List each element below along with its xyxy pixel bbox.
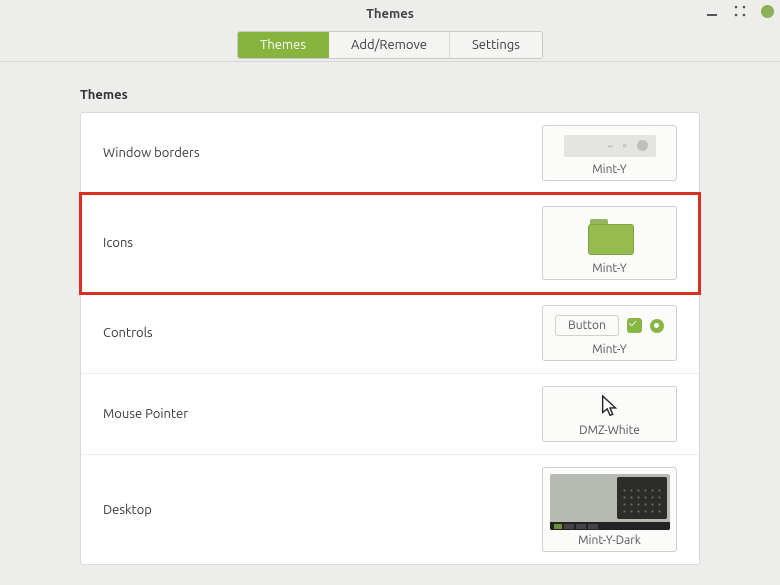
row-window-borders: Window borders − ▫ Mint-Y xyxy=(81,113,699,194)
cursor-icon xyxy=(599,394,621,420)
value-controls: Mint-Y xyxy=(592,343,627,356)
label-icons: Icons xyxy=(103,236,133,250)
row-desktop: Desktop Mint-Y-Dark xyxy=(81,455,699,564)
selector-desktop[interactable]: Mint-Y-Dark xyxy=(542,467,677,552)
folder-icon xyxy=(588,219,632,253)
preview-desktop xyxy=(549,474,670,530)
selector-controls[interactable]: Button Mint-Y xyxy=(542,305,677,361)
controls-preview: Button xyxy=(555,315,664,336)
value-icons: Mint-Y xyxy=(592,262,627,275)
tabs: Themes Add/Remove Settings xyxy=(237,31,543,59)
window-border-preview: − ▫ xyxy=(564,135,656,157)
selector-window-borders[interactable]: − ▫ Mint-Y xyxy=(542,125,677,181)
preview-icons xyxy=(549,213,670,258)
tab-settings[interactable]: Settings xyxy=(450,32,542,58)
section-heading: Themes xyxy=(80,88,700,102)
wb-min-icon: − xyxy=(607,141,613,151)
themes-panel: Window borders − ▫ Mint-Y Icons Min xyxy=(80,112,700,565)
sample-button: Button xyxy=(555,315,619,336)
label-desktop: Desktop xyxy=(103,503,152,517)
tab-themes[interactable]: Themes xyxy=(238,32,329,58)
tab-add-remove[interactable]: Add/Remove xyxy=(329,32,450,58)
label-window-borders: Window borders xyxy=(103,146,200,160)
value-mouse-pointer: DMZ-White xyxy=(579,424,640,437)
desktop-calendar-panel xyxy=(617,477,667,519)
label-mouse-pointer: Mouse Pointer xyxy=(103,407,188,421)
radio-icon xyxy=(650,319,664,333)
preview-window-borders: − ▫ xyxy=(549,132,670,159)
desktop-thumbnail xyxy=(550,474,670,530)
value-desktop: Mint-Y-Dark xyxy=(578,534,641,547)
content: Themes Window borders − ▫ Mint-Y Icons xyxy=(0,62,780,585)
label-controls: Controls xyxy=(103,326,153,340)
window-controls xyxy=(705,4,774,18)
preview-mouse-pointer xyxy=(549,393,670,420)
preview-controls: Button xyxy=(549,312,670,339)
window-title: Themes xyxy=(366,7,414,21)
titlebar: Themes xyxy=(0,0,780,28)
selector-mouse-pointer[interactable]: DMZ-White xyxy=(542,386,677,442)
close-icon[interactable] xyxy=(761,5,774,18)
minimize-icon[interactable] xyxy=(705,4,719,18)
wb-close-icon xyxy=(637,140,648,151)
row-icons: Icons Mint-Y xyxy=(81,194,699,293)
checkbox-icon xyxy=(627,318,642,333)
tab-bar: Themes Add/Remove Settings xyxy=(0,28,780,62)
desktop-taskbar xyxy=(550,522,670,530)
maximize-icon[interactable] xyxy=(733,4,747,18)
row-controls: Controls Button Mint-Y xyxy=(81,293,699,374)
selector-icons[interactable]: Mint-Y xyxy=(542,206,677,280)
wb-max-icon: ▫ xyxy=(623,141,627,151)
row-mouse-pointer: Mouse Pointer DMZ-White xyxy=(81,374,699,455)
value-window-borders: Mint-Y xyxy=(592,163,627,176)
